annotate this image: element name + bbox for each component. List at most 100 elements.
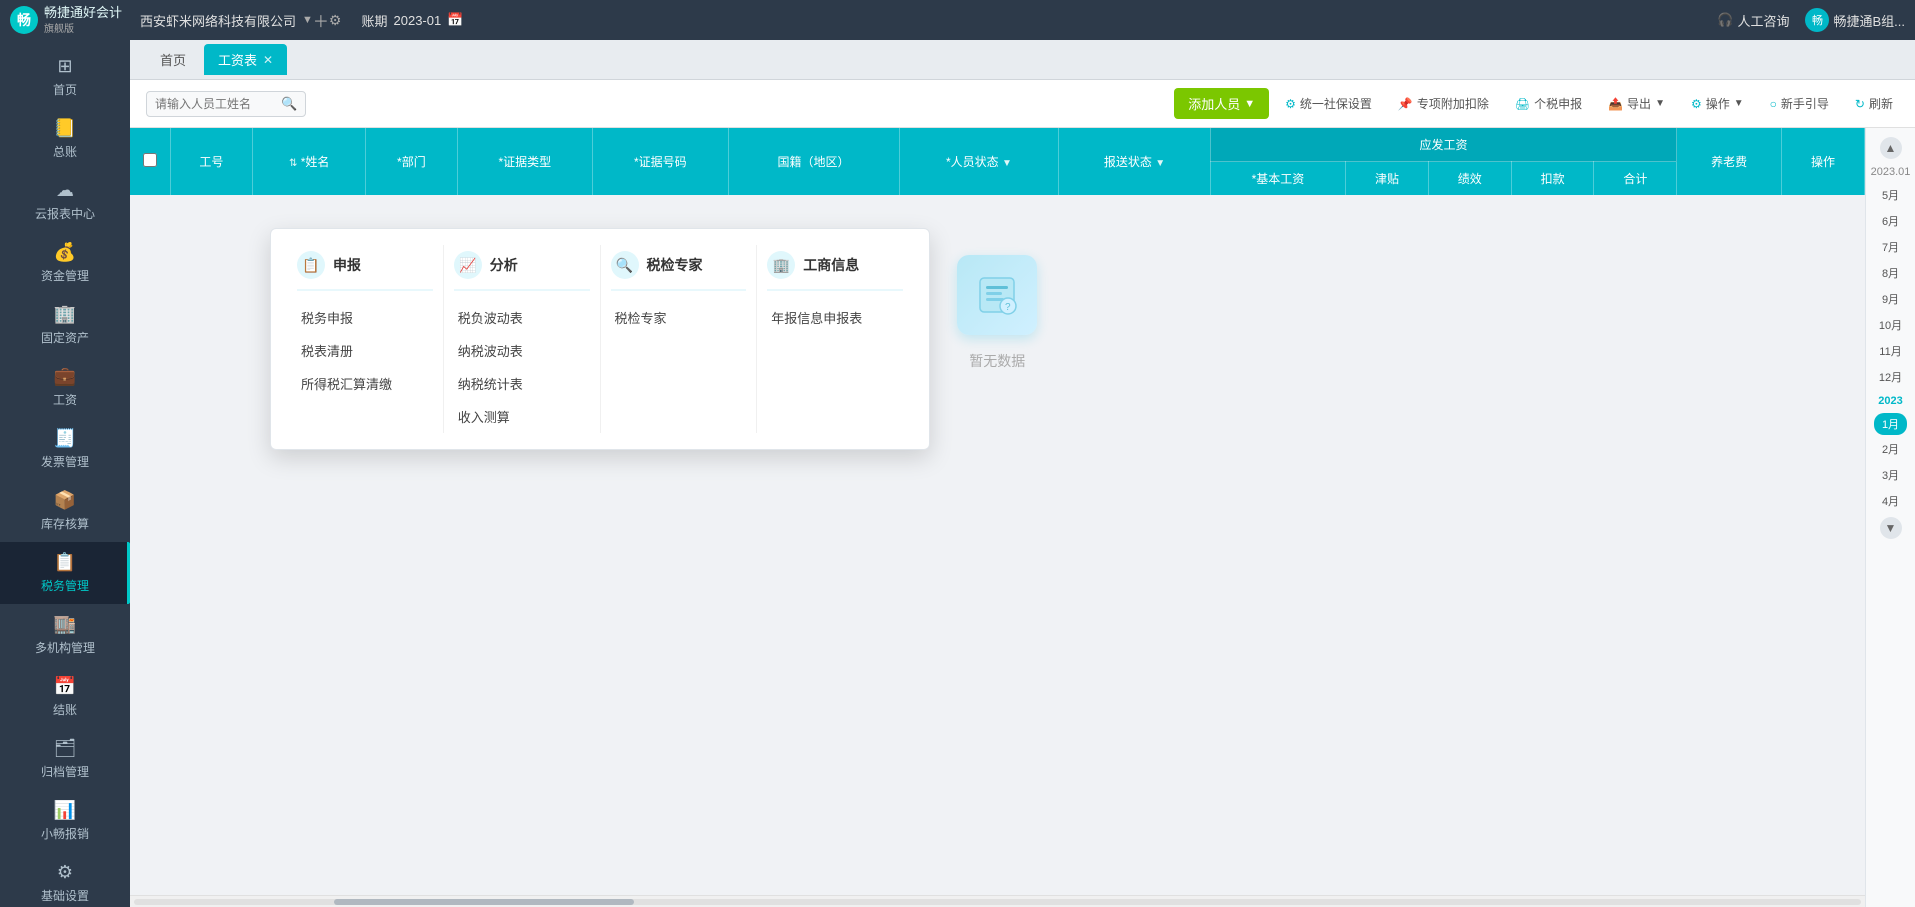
tax-payment-stats-label: 纳税统计表: [458, 377, 523, 392]
dropdown-item-tax-payment-stats[interactable]: 纳税统计表: [454, 367, 590, 400]
sidebar-item-basic-settings[interactable]: ⚙ 基础设置: [0, 852, 130, 907]
empty-label: 暂无数据: [969, 351, 1025, 371]
refresh-label: 刷新: [1869, 95, 1893, 112]
user-menu[interactable]: 畅 畅捷通B组...: [1805, 8, 1905, 32]
timeline-month-3[interactable]: 3月: [1866, 462, 1915, 488]
business-info-title: 工商信息: [803, 255, 859, 275]
personal-tax-button[interactable]: 🖨 个税申报: [1509, 91, 1588, 116]
new-guide-button[interactable]: ○ 新手引导: [1764, 91, 1835, 116]
export-button[interactable]: 📤 导出 ▼: [1602, 91, 1671, 116]
app-title: 畅捷通好会计: [44, 5, 122, 21]
special-deduction-label: 专项附加扣除: [1417, 95, 1489, 112]
search-input[interactable]: [155, 97, 275, 111]
multi-org-icon: 🏬: [54, 614, 76, 635]
timeline-month-2[interactable]: 2月: [1866, 436, 1915, 462]
sidebar-item-cloud-report[interactable]: ☁ 云报表中心: [0, 170, 130, 232]
sidebar-item-ledger[interactable]: 📒 总账: [0, 108, 130, 170]
export-chevron-icon: ▼: [1655, 98, 1665, 109]
sidebar-item-fund[interactable]: 💰 资金管理: [0, 232, 130, 294]
search-box[interactable]: 🔍: [146, 91, 306, 117]
dropdown-item-tax-declare[interactable]: 税务申报: [297, 301, 433, 334]
sidebar-item-home[interactable]: ⊞ 首页: [0, 46, 130, 108]
svg-text:?: ?: [1005, 302, 1011, 313]
sidebar-item-archive[interactable]: 🗂 归档管理: [0, 728, 130, 790]
personal-tax-label: 个税申报: [1534, 95, 1582, 112]
sidebar-item-multi-org[interactable]: 🏬 多机构管理: [0, 604, 130, 666]
dropdown-item-income-calc[interactable]: 收入测算: [454, 400, 590, 433]
col-pension: 养老费: [1677, 128, 1782, 195]
fixed-assets-icon: 🏢: [54, 304, 76, 325]
timeline-month-9[interactable]: 9月: [1866, 286, 1915, 312]
company-name: 西安虾米网络科技有限公司: [140, 11, 296, 30]
dropdown-item-tax-payment-fluctuation[interactable]: 纳税波动表: [454, 334, 590, 367]
sidebar-label-tax: 税务管理: [41, 577, 89, 594]
timeline-month-4[interactable]: 4月: [1866, 488, 1915, 514]
timeline-month-6[interactable]: 6月: [1866, 208, 1915, 234]
col-performance: 绩效: [1428, 162, 1511, 196]
social-insurance-label: 统一社保设置: [1300, 95, 1372, 112]
inventory-icon: 📦: [54, 490, 76, 511]
sidebar-item-fixed-assets[interactable]: 🏢 固定资产: [0, 294, 130, 356]
refresh-button[interactable]: ↻ 刷新: [1849, 91, 1899, 116]
col-total: 合计: [1594, 162, 1677, 196]
tax-table-label: 税表清册: [301, 344, 353, 359]
report-status-filter-icon[interactable]: ▼: [1155, 158, 1165, 169]
support-button[interactable]: 🎧 人工咨询: [1717, 11, 1789, 30]
ledger-icon: 📒: [54, 118, 76, 139]
sidebar-item-close[interactable]: 📅 结账: [0, 666, 130, 728]
content-area: 首页 工资表 ✕ 🔍 添加人员 ▼ ⚙ 统一社保设置: [130, 40, 1915, 907]
person-status-filter-icon[interactable]: ▼: [1002, 158, 1012, 169]
timeline-scroll-up[interactable]: ▲: [1880, 137, 1902, 159]
scrollbar-thumb[interactable]: [334, 899, 634, 905]
timeline-month-11[interactable]: 11月: [1866, 338, 1915, 364]
tab-close-icon[interactable]: ✕: [263, 53, 273, 67]
sidebar-item-tax[interactable]: 📋 税务管理: [0, 542, 130, 604]
operation-button[interactable]: ⚙ 操作 ▼: [1685, 91, 1750, 116]
timeline-month-1[interactable]: 1月: [1874, 413, 1907, 435]
dropdown-item-annual-report[interactable]: 年报信息申报表: [767, 301, 903, 334]
sidebar-label-archive: 归档管理: [41, 763, 89, 780]
timeline-month-8[interactable]: 8月: [1866, 260, 1915, 286]
dropdown-item-income-tax[interactable]: 所得税汇算清缴: [297, 367, 433, 400]
sidebar-item-inventory[interactable]: 📦 库存核算: [0, 480, 130, 542]
xiao-report-icon: 📊: [54, 800, 76, 821]
dropdown-item-tax-fluctuation[interactable]: 税负波动表: [454, 301, 590, 334]
dropdown-header-analysis: 📈 分析: [454, 245, 590, 291]
timeline-month-5[interactable]: 5月: [1866, 182, 1915, 208]
cloud-icon: ☁: [56, 180, 74, 201]
search-icon: 🔍: [281, 96, 297, 112]
col-checkbox: [130, 128, 170, 195]
headset-icon: 🎧: [1717, 12, 1733, 28]
col-report-status: 报送状态 ▼: [1059, 128, 1210, 195]
tab-salary[interactable]: 工资表 ✕: [204, 44, 287, 75]
sidebar-label-multi-org: 多机构管理: [35, 639, 95, 656]
sidebar-item-xiao-report[interactable]: 📊 小畅报销: [0, 790, 130, 852]
add-company-icon[interactable]: ＋: [313, 8, 329, 32]
personal-tax-icon: 🖨: [1515, 97, 1530, 111]
sidebar-label-inventory: 库存核算: [41, 515, 89, 532]
company-selector[interactable]: 西安虾米网络科技有限公司 ▼: [140, 11, 313, 30]
timeline-month-7[interactable]: 7月: [1866, 234, 1915, 260]
select-all-checkbox[interactable]: [143, 153, 157, 167]
timeline-scroll-down[interactable]: ▼: [1880, 517, 1902, 539]
col-id-number: *证据号码: [593, 128, 728, 195]
social-insurance-button[interactable]: ⚙ 统一社保设置: [1279, 91, 1378, 116]
sidebar-item-salary[interactable]: 💼 工资: [0, 356, 130, 418]
timeline-month-10[interactable]: 10月: [1866, 312, 1915, 338]
settings-icon[interactable]: ⚙: [329, 12, 342, 29]
tax-fluctuation-label: 税负波动表: [458, 311, 523, 326]
dropdown-item-tax-expert[interactable]: 税检专家: [611, 301, 747, 334]
top-bar: 畅 畅捷通好会计 旗舰版 西安虾米网络科技有限公司 ▼ ＋ ⚙ 账期 2023-…: [0, 0, 1915, 40]
period-selector[interactable]: 账期 2023-01 📅: [361, 11, 463, 30]
dropdown-item-tax-table[interactable]: 税表清册: [297, 334, 433, 367]
timeline-month-12[interactable]: 12月: [1866, 364, 1915, 390]
timeline-current-year: 2023: [1866, 390, 1915, 412]
add-person-button[interactable]: 添加人员 ▼: [1174, 88, 1269, 119]
special-deduction-button[interactable]: 📌 专项附加扣除: [1392, 91, 1495, 116]
business-info-icon: 🏢: [767, 251, 795, 279]
dropdown-header-declaration: 📋 申报: [297, 245, 433, 291]
tab-home[interactable]: 首页: [146, 44, 200, 75]
bottom-scrollbar[interactable]: [130, 895, 1865, 907]
support-label: 人工咨询: [1737, 11, 1789, 30]
sidebar-item-invoice[interactable]: 🧾 发票管理: [0, 418, 130, 480]
